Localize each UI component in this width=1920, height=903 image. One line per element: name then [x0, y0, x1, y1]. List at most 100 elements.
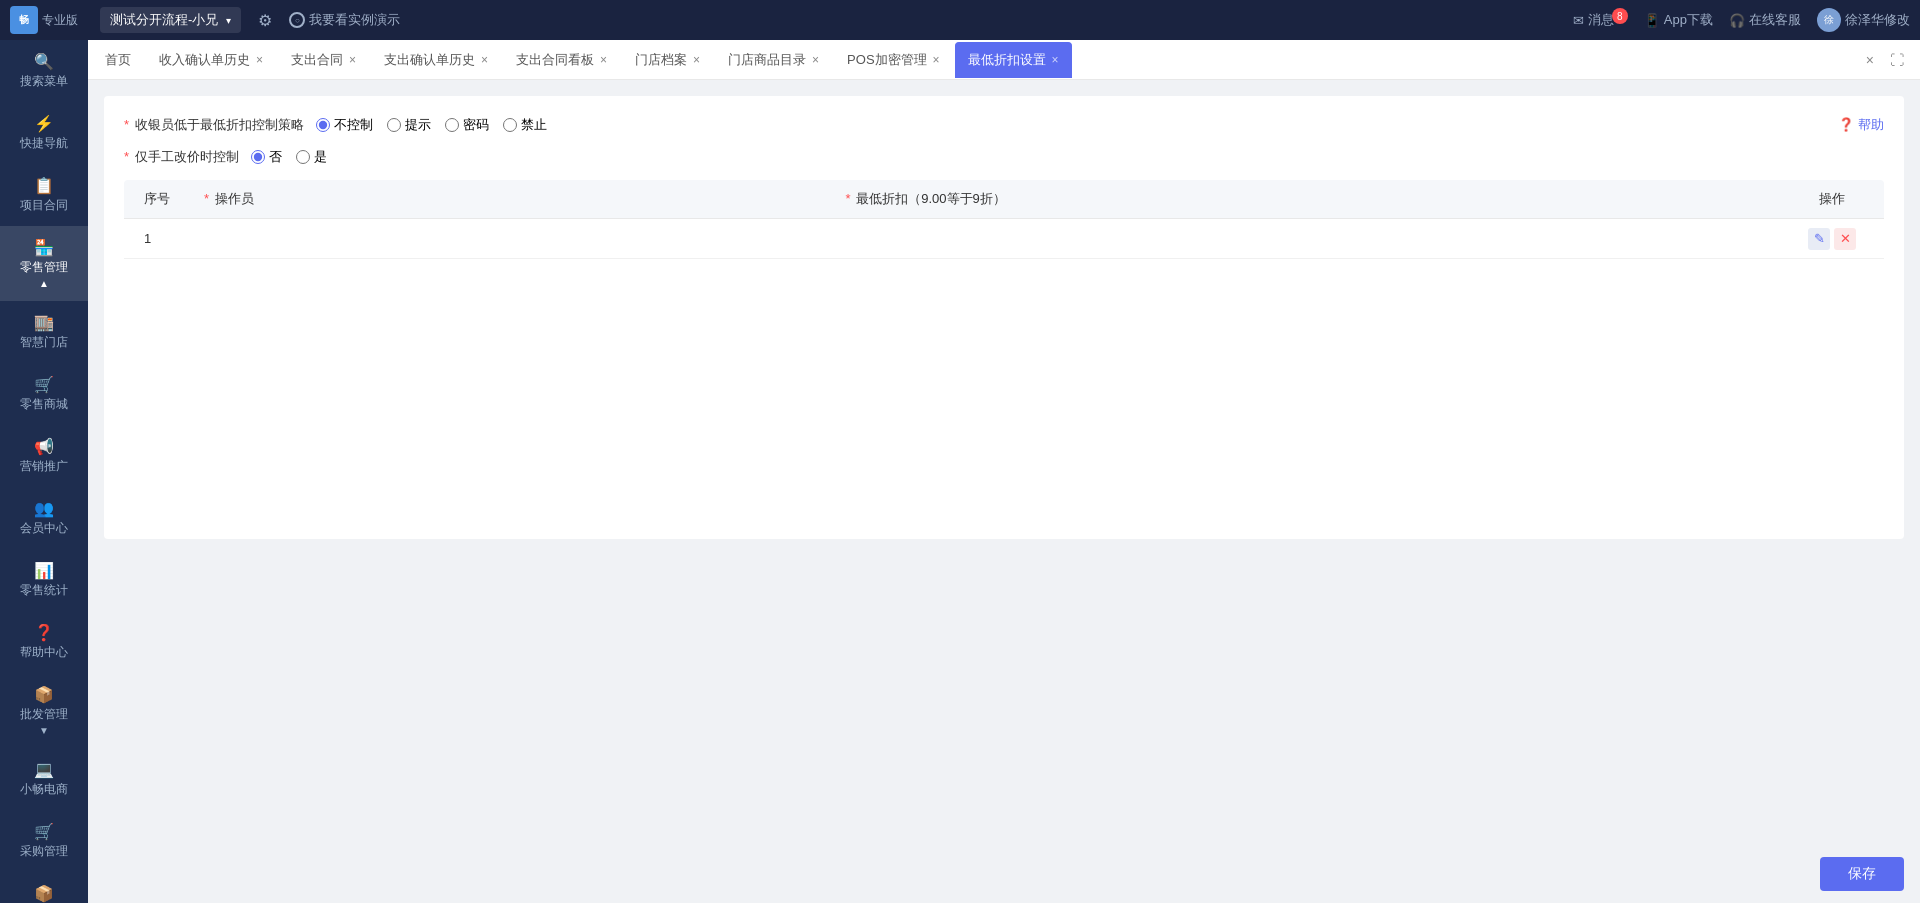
close-icon[interactable]: ×	[256, 53, 263, 67]
close-icon[interactable]: ×	[349, 53, 356, 67]
table-row: 1 ✎ ✕	[124, 219, 1884, 259]
message-icon: ✉	[1573, 13, 1584, 28]
manual-price-options: 否 是	[251, 148, 327, 166]
radio-no-control[interactable]	[316, 118, 330, 132]
close-tab-button[interactable]: ×	[1860, 50, 1880, 70]
option-yes[interactable]: 是	[296, 148, 327, 166]
operator-col-label: 操作员	[215, 191, 254, 206]
col-header-action: 操作	[1792, 180, 1872, 218]
radio-forbid[interactable]	[503, 118, 517, 132]
tab-store-products[interactable]: 门店商品目录 ×	[715, 42, 832, 78]
expand-icon: ▲	[39, 278, 49, 289]
discount-table: 序号 * 操作员 * 最低折扣（9.00等于9折） 操作 1	[124, 180, 1884, 519]
tab-payment-board[interactable]: 支出合同看板 ×	[503, 42, 620, 78]
delete-row-button[interactable]: ✕	[1834, 228, 1856, 250]
user-name: 徐泽华修改	[1845, 11, 1910, 29]
sidebar-label-mall: 零售商城	[20, 396, 68, 413]
edit-row-button[interactable]: ✎	[1808, 228, 1830, 250]
retail-icon: 🏪	[34, 238, 54, 257]
message-badge: 8	[1612, 8, 1628, 24]
no-label: 否	[269, 148, 282, 166]
col-header-seq: 序号	[136, 180, 196, 218]
sidebar-item-retail-mall[interactable]: 🛒 零售商城	[0, 363, 88, 425]
close-icon[interactable]: ×	[812, 53, 819, 67]
settings-panel: * 收银员低于最低折扣控制策略 不控制 提示	[104, 96, 1904, 539]
tab-store-products-label: 门店商品目录	[728, 51, 806, 69]
tab-payment-confirm[interactable]: 支出确认单历史 ×	[371, 42, 501, 78]
sidebar-label-retail: 零售管理	[20, 259, 68, 276]
radio-prompt[interactable]	[387, 118, 401, 132]
close-icon[interactable]: ×	[693, 53, 700, 67]
tab-min-discount[interactable]: 最低折扣设置 ×	[955, 42, 1072, 78]
row-discount	[838, 231, 1792, 247]
tab-bar: 首页 收入确认单历史 × 支出合同 × 支出确认单历史 × 支出合同看板 × 门…	[88, 40, 1920, 80]
tab-store-file[interactable]: 门店档案 ×	[622, 42, 713, 78]
sidebar-label-wholesale: 批发管理	[20, 706, 68, 723]
option-no[interactable]: 否	[251, 148, 282, 166]
sidebar: 🔍 搜索菜单 ⚡ 快捷导航 📋 项目合同 🏪 零售管理 ▲ 🏬 智慧门店 🛒 零…	[0, 40, 88, 903]
tab-payment-label: 支出合同	[291, 51, 343, 69]
row-operator	[196, 231, 838, 247]
required-star-2: *	[124, 149, 129, 164]
avatar: 徐	[1817, 8, 1841, 32]
inventory-icon: 📦	[34, 884, 54, 903]
tab-home[interactable]: 首页	[92, 42, 144, 78]
online-support-button[interactable]: 🎧 在线客服	[1729, 11, 1801, 29]
help-icon: ❓	[34, 623, 54, 642]
sidebar-item-retail-stats[interactable]: 📊 零售统计	[0, 549, 88, 611]
sidebar-item-smart-store[interactable]: 🏬 智慧门店	[0, 301, 88, 363]
option-prompt[interactable]: 提示	[387, 116, 431, 134]
option-forbid[interactable]: 禁止	[503, 116, 547, 134]
tab-pos-label: POS加密管理	[847, 51, 926, 69]
sidebar-item-member[interactable]: 👥 会员中心	[0, 487, 88, 549]
sidebar-item-help[interactable]: ❓ 帮助中心	[0, 611, 88, 673]
contract-icon: 📋	[34, 176, 54, 195]
sidebar-item-marketing[interactable]: 📢 营销推广	[0, 425, 88, 487]
tab-bar-actions: × ⛶	[1854, 50, 1916, 70]
tab-pay-board-label: 支出合同看板	[516, 51, 594, 69]
tab-income-label: 收入确认单历史	[159, 51, 250, 69]
close-icon[interactable]: ×	[481, 53, 488, 67]
sidebar-item-ecommerce[interactable]: 💻 小畅电商	[0, 748, 88, 810]
tab-payment-contract[interactable]: 支出合同 ×	[278, 42, 369, 78]
option-password[interactable]: 密码	[445, 116, 489, 134]
app-download-label: App下载	[1664, 11, 1713, 29]
save-button[interactable]: 保存	[1820, 857, 1904, 891]
top-bar: 畅 专业版 测试分开流程-小兄 ▾ ⚙ ○ 我要看实例演示 ✉ 消息 8 📱 A…	[0, 0, 1920, 40]
table-body: 1 ✎ ✕	[124, 219, 1884, 519]
row-seq: 1	[136, 223, 196, 254]
wholesale-icon: 📦	[34, 685, 54, 704]
close-icon[interactable]: ×	[600, 53, 607, 67]
radio-password[interactable]	[445, 118, 459, 132]
shortcut-icon: ⚡	[34, 114, 54, 133]
radio-yes[interactable]	[296, 150, 310, 164]
radio-no[interactable]	[251, 150, 265, 164]
row-actions: ✎ ✕	[1792, 220, 1872, 258]
messages-button[interactable]: ✉ 消息 8	[1573, 11, 1628, 29]
project-selector[interactable]: 测试分开流程-小兄 ▾	[100, 7, 241, 33]
sidebar-item-wholesale[interactable]: 📦 批发管理 ▼	[0, 673, 88, 748]
user-menu[interactable]: 徐 徐泽华修改	[1817, 8, 1910, 32]
close-icon[interactable]: ×	[1052, 53, 1059, 67]
help-link[interactable]: ❓ 帮助	[1838, 116, 1884, 134]
sidebar-item-purchase[interactable]: 🛒 采购管理	[0, 810, 88, 872]
option-no-control[interactable]: 不控制	[316, 116, 373, 134]
sidebar-item-project-contract[interactable]: 📋 项目合同	[0, 164, 88, 226]
sidebar-item-inventory[interactable]: 📦 库存核算	[0, 872, 88, 903]
tab-income-confirm[interactable]: 收入确认单历史 ×	[146, 42, 276, 78]
tab-store-file-label: 门店档案	[635, 51, 687, 69]
tab-pay-confirm-label: 支出确认单历史	[384, 51, 475, 69]
sidebar-item-shortcut[interactable]: ⚡ 快捷导航	[0, 102, 88, 164]
app-download-button[interactable]: 📱 App下载	[1644, 11, 1713, 29]
close-icon[interactable]: ×	[933, 53, 940, 67]
sidebar-item-retail-mgmt[interactable]: 🏪 零售管理 ▲	[0, 226, 88, 301]
sidebar-item-search[interactable]: 🔍 搜索菜单	[0, 40, 88, 102]
restore-tab-button[interactable]: ⛶	[1884, 50, 1910, 70]
tab-pos-password[interactable]: POS加密管理 ×	[834, 42, 952, 78]
stats-icon: 📊	[34, 561, 54, 580]
sidebar-label-stats: 零售统计	[20, 582, 68, 599]
discount-control-row: * 收银员低于最低折扣控制策略 不控制 提示	[124, 116, 1884, 134]
page-content: * 收银员低于最低折扣控制策略 不控制 提示	[88, 80, 1920, 845]
settings-icon[interactable]: ⚙	[251, 6, 279, 34]
demo-link[interactable]: ○ 我要看实例演示	[289, 11, 400, 29]
